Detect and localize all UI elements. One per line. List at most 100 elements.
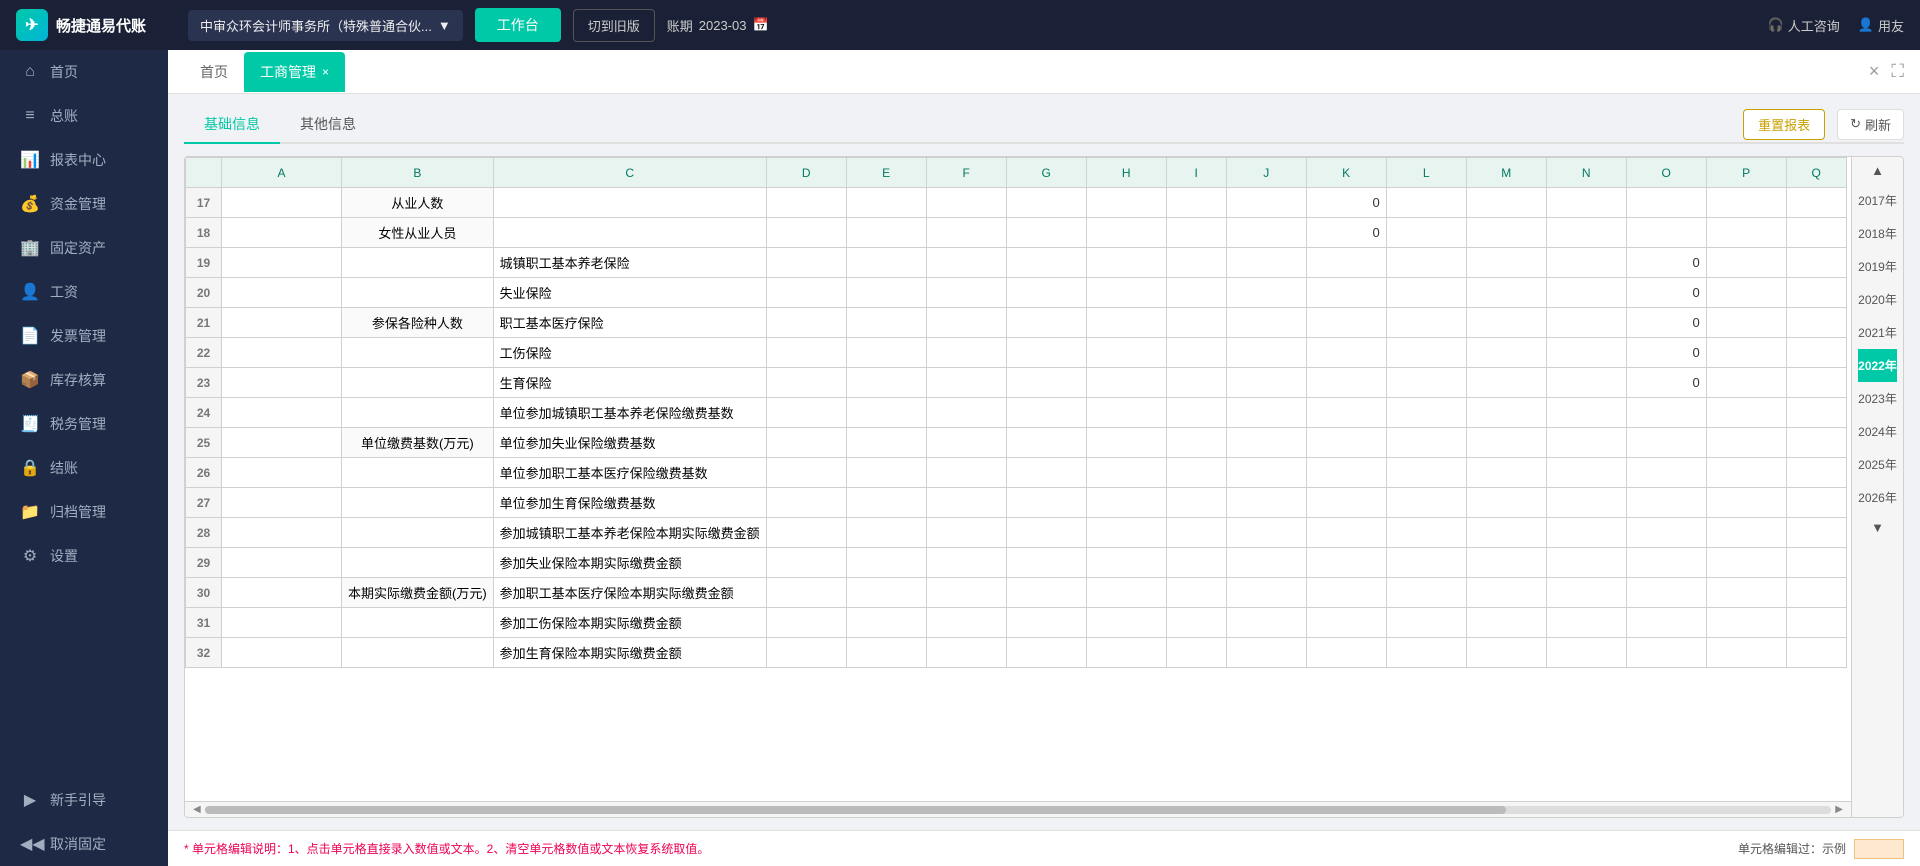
cell-29-l[interactable]	[1386, 548, 1466, 578]
cell-21-m[interactable]	[1466, 308, 1546, 338]
cell-17-e[interactable]	[846, 188, 926, 218]
cell-20-c[interactable]: 失业保险	[493, 278, 766, 308]
cell-25-o[interactable]	[1626, 428, 1706, 458]
cell-28-k[interactable]	[1306, 518, 1386, 548]
cell-24-c[interactable]: 单位参加城镇职工基本养老保险缴费基数	[493, 398, 766, 428]
cell-22-m[interactable]	[1466, 338, 1546, 368]
cell-29-j[interactable]	[1226, 548, 1306, 578]
cell-26-j[interactable]	[1226, 458, 1306, 488]
cell-17-m[interactable]	[1466, 188, 1546, 218]
cell-30-e[interactable]	[846, 578, 926, 608]
year-item[interactable]: 2019年	[1858, 250, 1897, 283]
cell-25-b[interactable]: 单位缴费基数(万元)	[342, 428, 494, 458]
cell-25-h[interactable]	[1086, 428, 1166, 458]
cell-27-q[interactable]	[1786, 488, 1846, 518]
cell-23-a[interactable]	[222, 368, 342, 398]
cell-29-g[interactable]	[1006, 548, 1086, 578]
cell-21-e[interactable]	[846, 308, 926, 338]
cell-18-e[interactable]	[846, 218, 926, 248]
cell-18-d[interactable]	[766, 218, 846, 248]
cell-31-q[interactable]	[1786, 608, 1846, 638]
cell-17-n[interactable]	[1546, 188, 1626, 218]
cell-31-h[interactable]	[1086, 608, 1166, 638]
cell-28-q[interactable]	[1786, 518, 1846, 548]
cell-27-h[interactable]	[1086, 488, 1166, 518]
switch-version-button[interactable]: 切到旧版	[573, 9, 655, 42]
cell-25-p[interactable]	[1706, 428, 1786, 458]
cell-26-i[interactable]	[1166, 458, 1226, 488]
cell-28-p[interactable]	[1706, 518, 1786, 548]
sidebar-item-inventory[interactable]: 📦 库存核算	[0, 358, 168, 402]
cell-17-f[interactable]	[926, 188, 1006, 218]
cell-19-p[interactable]	[1706, 248, 1786, 278]
cell-26-k[interactable]	[1306, 458, 1386, 488]
cell-19-d[interactable]	[766, 248, 846, 278]
cell-23-k[interactable]	[1306, 368, 1386, 398]
cell-25-a[interactable]	[222, 428, 342, 458]
cell-17-g[interactable]	[1006, 188, 1086, 218]
cell-31-f[interactable]	[926, 608, 1006, 638]
cell-18-n[interactable]	[1546, 218, 1626, 248]
cell-26-q[interactable]	[1786, 458, 1846, 488]
cell-26-b[interactable]	[342, 458, 494, 488]
cell-23-p[interactable]	[1706, 368, 1786, 398]
cell-32-h[interactable]	[1086, 638, 1166, 668]
cell-32-c[interactable]: 参加生育保险本期实际缴费金额	[493, 638, 766, 668]
cell-24-m[interactable]	[1466, 398, 1546, 428]
cell-29-c[interactable]: 参加失业保险本期实际缴费金额	[493, 548, 766, 578]
cell-18-g[interactable]	[1006, 218, 1086, 248]
cell-30-k[interactable]	[1306, 578, 1386, 608]
cell-23-d[interactable]	[766, 368, 846, 398]
cell-18-f[interactable]	[926, 218, 1006, 248]
cell-23-q[interactable]	[1786, 368, 1846, 398]
cell-32-l[interactable]	[1386, 638, 1466, 668]
cell-22-c[interactable]: 工伤保险	[493, 338, 766, 368]
year-item[interactable]: 2023年	[1858, 382, 1897, 415]
cell-26-p[interactable]	[1706, 458, 1786, 488]
reset-report-button[interactable]: 重置报表	[1743, 109, 1825, 140]
cell-20-g[interactable]	[1006, 278, 1086, 308]
cell-20-a[interactable]	[222, 278, 342, 308]
cell-17-j[interactable]	[1226, 188, 1306, 218]
cell-25-j[interactable]	[1226, 428, 1306, 458]
cell-30-g[interactable]	[1006, 578, 1086, 608]
cell-18-c[interactable]	[493, 218, 766, 248]
cell-32-p[interactable]	[1706, 638, 1786, 668]
cell-17-h[interactable]	[1086, 188, 1166, 218]
cell-27-f[interactable]	[926, 488, 1006, 518]
cell-29-f[interactable]	[926, 548, 1006, 578]
scroll-left-icon[interactable]: ◀	[189, 804, 205, 815]
cell-27-k[interactable]	[1306, 488, 1386, 518]
cell-21-f[interactable]	[926, 308, 1006, 338]
cell-30-f[interactable]	[926, 578, 1006, 608]
cell-29-m[interactable]	[1466, 548, 1546, 578]
cell-20-i[interactable]	[1166, 278, 1226, 308]
cell-26-n[interactable]	[1546, 458, 1626, 488]
cell-20-l[interactable]	[1386, 278, 1466, 308]
cell-18-a[interactable]	[222, 218, 342, 248]
cell-19-f[interactable]	[926, 248, 1006, 278]
cell-27-b[interactable]	[342, 488, 494, 518]
cell-19-i[interactable]	[1166, 248, 1226, 278]
cell-21-q[interactable]	[1786, 308, 1846, 338]
cell-19-a[interactable]	[222, 248, 342, 278]
tab-close-icon[interactable]: ×	[322, 65, 329, 79]
cell-30-d[interactable]	[766, 578, 846, 608]
cell-22-a[interactable]	[222, 338, 342, 368]
cell-28-n[interactable]	[1546, 518, 1626, 548]
user-button[interactable]: 👤 用友	[1858, 16, 1904, 35]
cell-18-h[interactable]	[1086, 218, 1166, 248]
cell-21-l[interactable]	[1386, 308, 1466, 338]
cell-19-b[interactable]	[342, 248, 494, 278]
cell-32-e[interactable]	[846, 638, 926, 668]
sidebar-item-assets[interactable]: 🏢 固定资产	[0, 226, 168, 270]
cell-32-i[interactable]	[1166, 638, 1226, 668]
cell-18-b[interactable]: 女性从业人员	[342, 218, 494, 248]
cell-21-a[interactable]	[222, 308, 342, 338]
cell-26-h[interactable]	[1086, 458, 1166, 488]
cell-29-a[interactable]	[222, 548, 342, 578]
cell-27-c[interactable]: 单位参加生育保险缴费基数	[493, 488, 766, 518]
cell-19-j[interactable]	[1226, 248, 1306, 278]
cell-25-d[interactable]	[766, 428, 846, 458]
calendar-icon[interactable]: 📅	[752, 17, 768, 33]
